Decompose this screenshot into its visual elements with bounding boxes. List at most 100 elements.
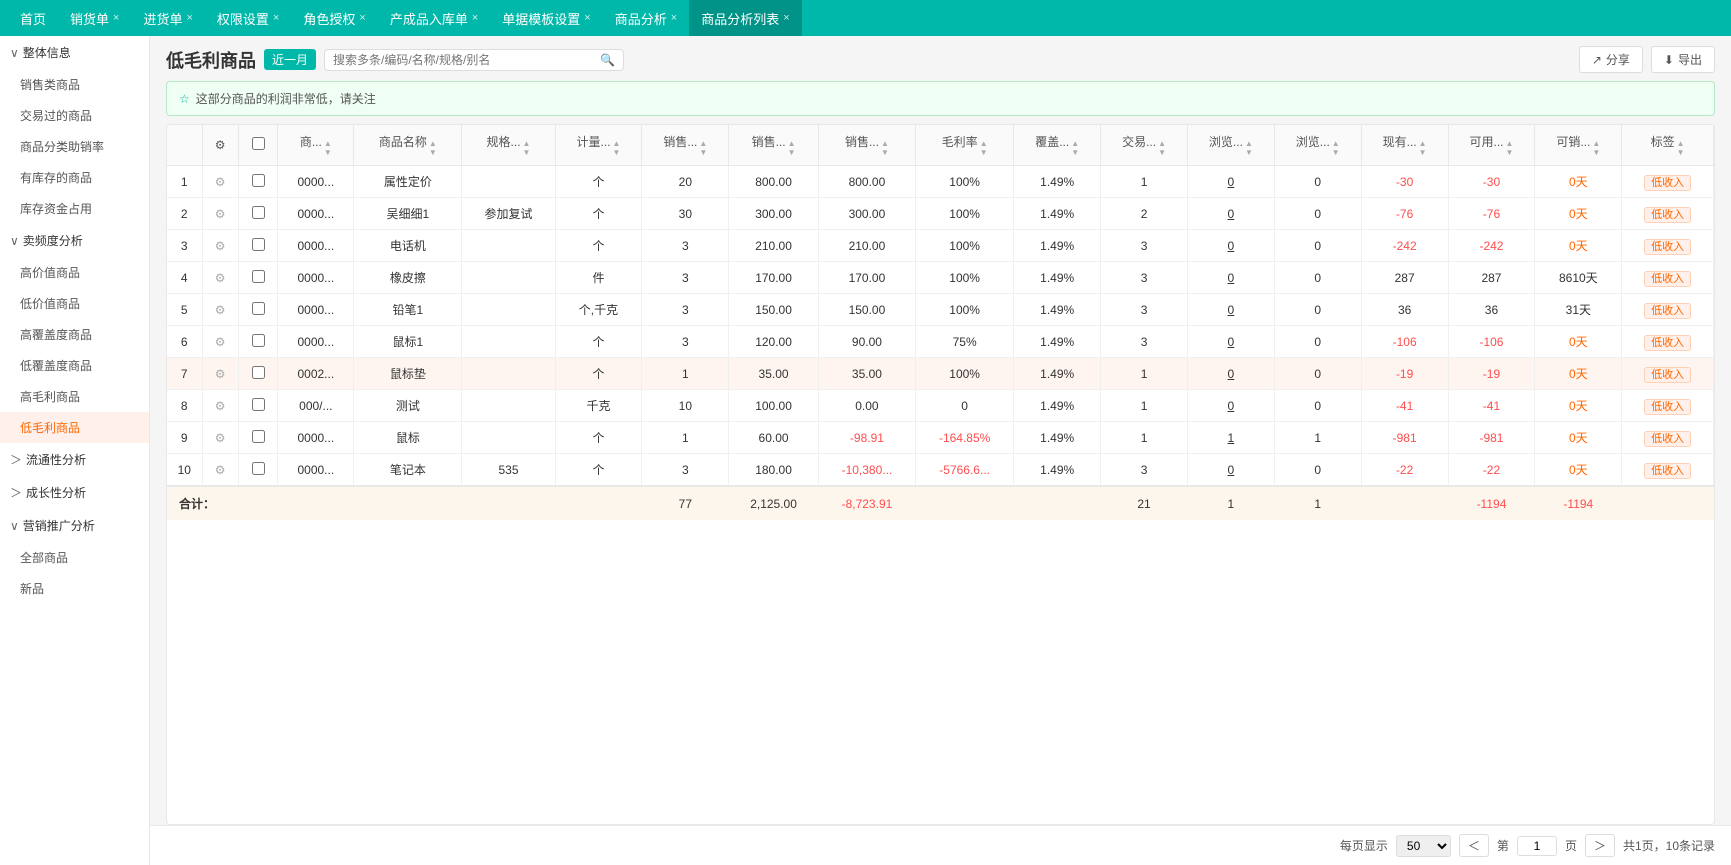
- nav-close-商品分析列表[interactable]: ×: [783, 12, 789, 24]
- row-settings-icon[interactable]: ⚙: [215, 207, 226, 221]
- row-view1-link[interactable]: 1: [1228, 431, 1235, 445]
- col-header-unit[interactable]: 计量...▲▼: [555, 125, 642, 166]
- row-checkbox[interactable]: [252, 238, 265, 251]
- col-header-settings[interactable]: ⚙: [202, 125, 238, 166]
- row-checkbox[interactable]: [252, 206, 265, 219]
- export-button[interactable]: ⬇ 导出: [1651, 46, 1715, 73]
- col-header-view1[interactable]: 浏览...▲▼: [1187, 125, 1274, 166]
- sort-icon[interactable]: ▲▼: [324, 139, 332, 157]
- row-checkbox[interactable]: [252, 174, 265, 187]
- sort-icon[interactable]: ▲▼: [613, 139, 621, 157]
- prev-page-button[interactable]: ＜: [1459, 834, 1489, 857]
- row-checkbox[interactable]: [252, 270, 265, 283]
- row-view1-link[interactable]: 0: [1228, 463, 1235, 477]
- nav-item-单据模板设置[interactable]: 单据模板设置×: [490, 0, 602, 36]
- sidebar-item-高价值商品[interactable]: 高价值商品: [0, 257, 149, 288]
- nav-close-商品分析[interactable]: ×: [671, 12, 677, 24]
- row-view1-link[interactable]: 0: [1228, 207, 1235, 221]
- sort-icon[interactable]: ▲▼: [1592, 139, 1600, 157]
- nav-item-进货单[interactable]: 进货单×: [131, 0, 204, 36]
- sort-icon[interactable]: ▲▼: [523, 139, 531, 157]
- nav-item-权限设置[interactable]: 权限设置×: [205, 0, 291, 36]
- row-checkbox[interactable]: [252, 302, 265, 315]
- sidebar-item-低价值商品[interactable]: 低价值商品: [0, 288, 149, 319]
- row-checkbox[interactable]: [252, 430, 265, 443]
- nav-close-单据模板设置[interactable]: ×: [584, 12, 590, 24]
- col-header-sales_profit[interactable]: 销售...▲▼: [818, 125, 915, 166]
- filter-tag[interactable]: 近一月: [264, 49, 316, 70]
- share-button[interactable]: ↗ 分享: [1579, 46, 1643, 73]
- next-page-button[interactable]: ＞: [1585, 834, 1615, 857]
- row-checkbox[interactable]: [252, 398, 265, 411]
- sidebar-item-全部商品[interactable]: 全部商品: [0, 542, 149, 573]
- row-settings-icon[interactable]: ⚙: [215, 463, 226, 477]
- row-settings-icon[interactable]: ⚙: [215, 175, 226, 189]
- col-header-code[interactable]: 商...▲▼: [278, 125, 354, 166]
- row-settings-icon[interactable]: ⚙: [215, 431, 226, 445]
- sort-icon[interactable]: ▲▼: [1332, 139, 1340, 157]
- search-input[interactable]: [333, 53, 600, 67]
- row-checkbox[interactable]: [252, 462, 265, 475]
- nav-close-进货单[interactable]: ×: [186, 12, 192, 24]
- col-header-tag[interactable]: 标签▲▼: [1622, 125, 1714, 166]
- sort-icon[interactable]: ▲▼: [1245, 139, 1253, 157]
- row-view1-link[interactable]: 0: [1228, 303, 1235, 317]
- col-header-checkbox[interactable]: [238, 125, 278, 166]
- sidebar-section-营销推广分析[interactable]: ∨营销推广分析: [0, 509, 149, 542]
- row-view1-link[interactable]: 0: [1228, 335, 1235, 349]
- data-table-container[interactable]: ⚙商...▲▼商品名称▲▼规格...▲▼计量...▲▼销售...▲▼销售...▲…: [166, 124, 1715, 825]
- nav-close-权限设置[interactable]: ×: [273, 12, 279, 24]
- col-header-available[interactable]: 可用...▲▼: [1448, 125, 1535, 166]
- nav-item-商品分析[interactable]: 商品分析×: [603, 0, 689, 36]
- page-size-select[interactable]: 50 100: [1396, 835, 1451, 857]
- sidebar-item-低覆盖度商品[interactable]: 低覆盖度商品: [0, 350, 149, 381]
- sort-icon[interactable]: ▲▼: [881, 139, 889, 157]
- row-settings-icon[interactable]: ⚙: [215, 303, 226, 317]
- row-view1-link[interactable]: 0: [1228, 399, 1235, 413]
- sidebar-section-流通性分析[interactable]: ＞流通性分析: [0, 443, 149, 476]
- row-checkbox[interactable]: [252, 334, 265, 347]
- nav-close-产成品入库单[interactable]: ×: [472, 12, 478, 24]
- col-header-sales_qty[interactable]: 销售...▲▼: [642, 125, 729, 166]
- sidebar-item-低毛利商品[interactable]: 低毛利商品: [0, 412, 149, 443]
- sidebar-item-库存资金占用[interactable]: 库存资金占用: [0, 193, 149, 224]
- sort-icon[interactable]: ▲▼: [788, 139, 796, 157]
- col-header-current[interactable]: 现有...▲▼: [1361, 125, 1448, 166]
- sidebar-item-商品分类助销率[interactable]: 商品分类助销率: [0, 131, 149, 162]
- sort-icon[interactable]: ▲▼: [1677, 139, 1685, 157]
- sidebar-item-销售类商品[interactable]: 销售类商品: [0, 69, 149, 100]
- nav-item-首页[interactable]: 首页: [8, 0, 58, 36]
- row-view1-link[interactable]: 0: [1228, 175, 1235, 189]
- search-icon[interactable]: 🔍: [600, 53, 615, 67]
- sort-icon[interactable]: ▲▼: [1419, 139, 1427, 157]
- sidebar-section-卖频度分析[interactable]: ∨卖频度分析: [0, 224, 149, 257]
- row-settings-icon[interactable]: ⚙: [215, 335, 226, 349]
- sort-icon[interactable]: ▲▼: [429, 139, 437, 157]
- nav-item-角色授权[interactable]: 角色授权×: [291, 0, 377, 36]
- row-settings-icon[interactable]: ⚙: [215, 271, 226, 285]
- col-header-trade[interactable]: 交易...▲▼: [1101, 125, 1188, 166]
- col-header-spec[interactable]: 规格...▲▼: [462, 125, 555, 166]
- col-header-gross_margin[interactable]: 毛利率▲▼: [916, 125, 1014, 166]
- sort-icon[interactable]: ▲▼: [1158, 139, 1166, 157]
- col-header-sellable[interactable]: 可销...▲▼: [1535, 125, 1622, 166]
- sort-icon[interactable]: ▲▼: [699, 139, 707, 157]
- row-settings-icon[interactable]: ⚙: [215, 367, 226, 381]
- nav-item-销货单[interactable]: 销货单×: [58, 0, 131, 36]
- row-view1-link[interactable]: 0: [1228, 367, 1235, 381]
- nav-close-角色授权[interactable]: ×: [359, 12, 365, 24]
- sidebar-item-交易过的商品[interactable]: 交易过的商品: [0, 100, 149, 131]
- col-header-name[interactable]: 商品名称▲▼: [354, 125, 462, 166]
- row-view1-link[interactable]: 0: [1228, 271, 1235, 285]
- sidebar-item-高覆盖度商品[interactable]: 高覆盖度商品: [0, 319, 149, 350]
- sort-icon[interactable]: ▲▼: [1506, 139, 1514, 157]
- col-header-sales_price[interactable]: 销售...▲▼: [729, 125, 819, 166]
- sort-icon[interactable]: ▲▼: [1071, 139, 1079, 157]
- select-all-checkbox[interactable]: [252, 137, 265, 150]
- row-view1-link[interactable]: 0: [1228, 239, 1235, 253]
- sidebar-section-整体信息[interactable]: ∨整体信息: [0, 36, 149, 69]
- nav-close-销货单[interactable]: ×: [113, 12, 119, 24]
- sidebar-item-新品[interactable]: 新品: [0, 573, 149, 604]
- row-settings-icon[interactable]: ⚙: [215, 239, 226, 253]
- nav-item-商品分析列表[interactable]: 商品分析列表×: [689, 0, 801, 36]
